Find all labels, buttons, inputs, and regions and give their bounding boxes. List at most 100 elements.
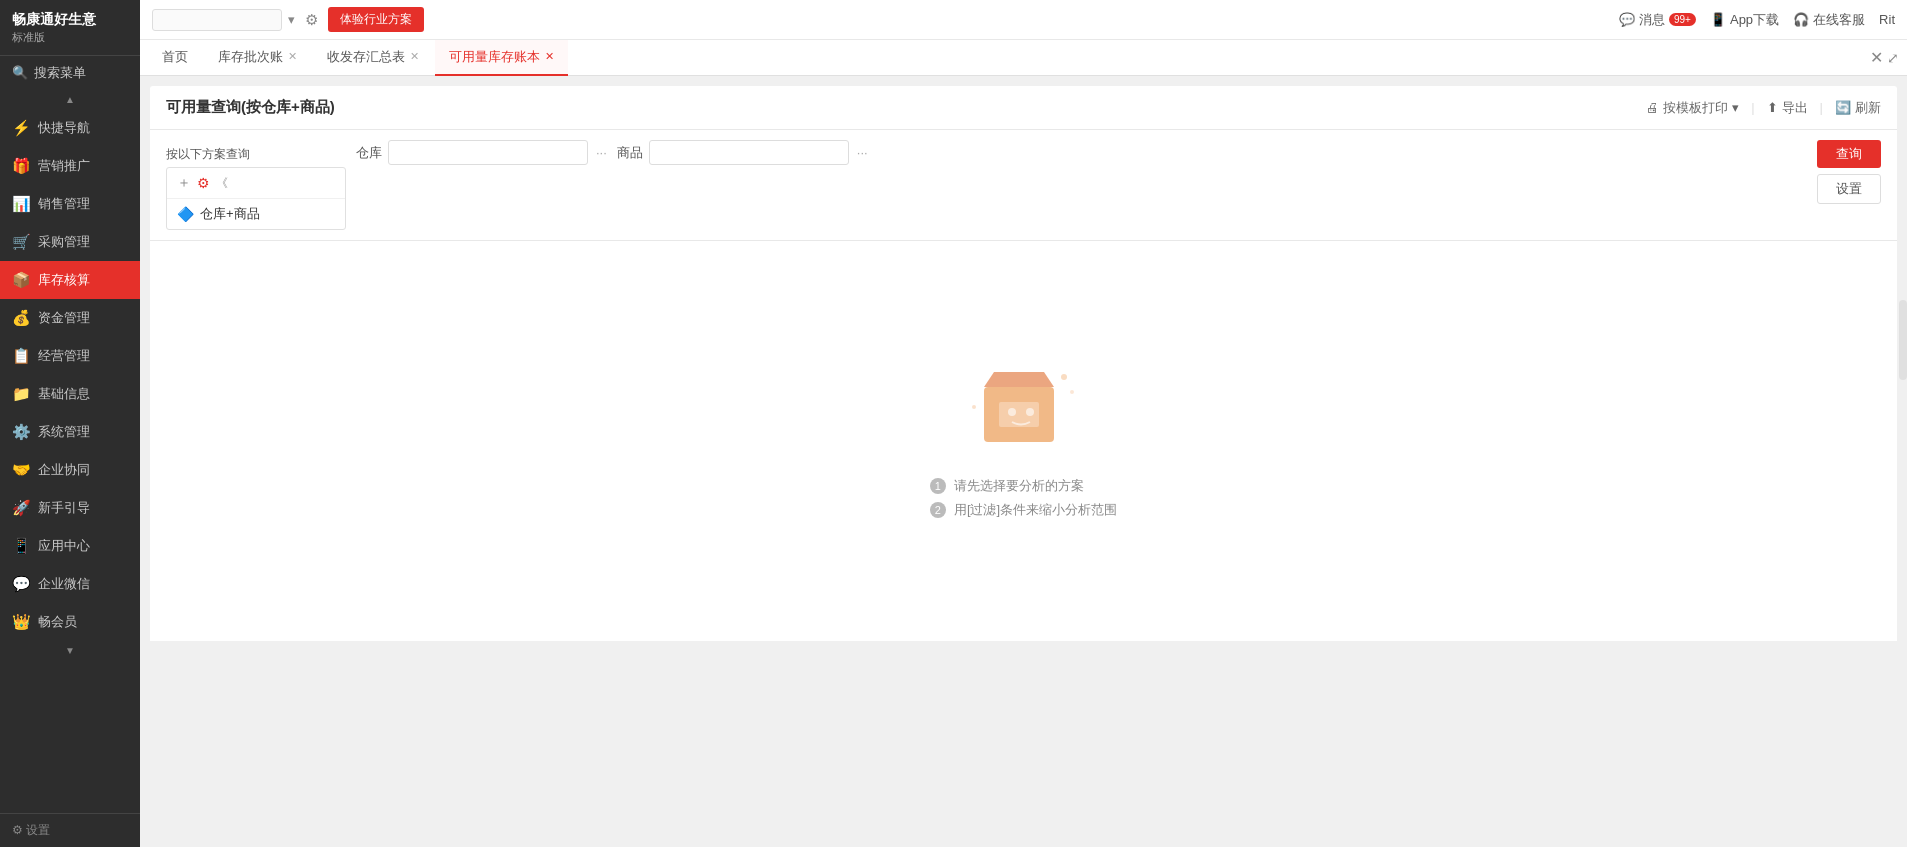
- filter-scheme-collapse-icon[interactable]: 《: [216, 175, 228, 192]
- print-label: 按模板打印: [1663, 99, 1728, 117]
- empty-box-svg: [964, 357, 1084, 457]
- hint1-text: 请先选择要分析的方案: [954, 477, 1084, 495]
- filter-scheme-item[interactable]: 🔷 仓库+商品: [167, 199, 345, 229]
- tabs-expand-icon[interactable]: ⤢: [1887, 50, 1899, 66]
- warehouse-label: 仓库: [356, 144, 382, 162]
- sidebar-item-system[interactable]: ⚙️ 系统管理: [0, 413, 140, 451]
- purchase-icon: 🛒: [12, 233, 30, 251]
- message-icon: 💬: [1619, 12, 1635, 27]
- sidebar-item-label: 畅会员: [38, 613, 77, 631]
- sidebar-item-enterprise[interactable]: 🤝 企业协同: [0, 451, 140, 489]
- marketing-icon: 🎁: [12, 157, 30, 175]
- tabs-close-all-icon[interactable]: ✕: [1870, 48, 1883, 67]
- refresh-icon: 🔄: [1835, 100, 1851, 115]
- service-label: 在线客服: [1813, 11, 1865, 29]
- product-input[interactable]: [649, 140, 849, 165]
- sidebar-item-inventory[interactable]: 📦 库存核算: [0, 261, 140, 299]
- sidebar-search[interactable]: 🔍 搜索菜单: [0, 56, 140, 90]
- tab-batch-account-close[interactable]: ✕: [288, 50, 297, 63]
- print-chevron-icon[interactable]: ▾: [1732, 100, 1739, 115]
- divider1: |: [1751, 100, 1754, 115]
- sidebar-item-wechat[interactable]: 💬 企业微信: [0, 565, 140, 603]
- warehouse-input[interactable]: [388, 140, 588, 165]
- tab-home[interactable]: 首页: [148, 40, 202, 76]
- finance-icon: 💰: [12, 309, 30, 327]
- query-button[interactable]: 查询: [1817, 140, 1881, 168]
- sidebar-item-member[interactable]: 👑 畅会员: [0, 603, 140, 641]
- topbar-username[interactable]: Rit: [1879, 12, 1895, 27]
- sidebar-item-label: 快捷导航: [38, 119, 90, 137]
- tab-receipt-summary-close[interactable]: ✕: [410, 50, 419, 63]
- sidebar-bottom-settings[interactable]: ⚙ 设置: [0, 813, 140, 847]
- trial-btn[interactable]: 体验行业方案: [328, 7, 424, 32]
- sidebar-item-label: 系统管理: [38, 423, 90, 441]
- enterprise-icon: 🤝: [12, 461, 30, 479]
- sidebar-item-label: 应用中心: [38, 537, 90, 555]
- message-label: 消息: [1639, 11, 1665, 29]
- product-more-icon[interactable]: ···: [857, 145, 868, 160]
- topbar-search-area: ▾: [152, 9, 295, 31]
- scheme-item-label: 仓库+商品: [200, 205, 260, 223]
- sidebar-logo: 畅康通好生意 标准版: [0, 0, 140, 56]
- sidebar-item-label: 经营管理: [38, 347, 90, 365]
- right-scrollbar[interactable]: [1899, 300, 1907, 380]
- tab-available-ledger-close[interactable]: ✕: [545, 50, 554, 63]
- sidebar-item-label: 销售管理: [38, 195, 90, 213]
- empty-hint-1: 1 请先选择要分析的方案: [930, 477, 1117, 495]
- warehouse-more-icon[interactable]: ···: [596, 145, 607, 160]
- export-btn[interactable]: ⬆ 导出: [1767, 99, 1808, 117]
- apps-icon: 📱: [12, 537, 30, 555]
- refresh-btn[interactable]: 🔄 刷新: [1835, 99, 1881, 117]
- page-header: 可用量查询(按仓库+商品) 🖨 按模板打印 ▾ | ⬆ 导出 | 🔄 刷新: [150, 86, 1897, 130]
- sidebar-item-newbie[interactable]: 🚀 新手引导: [0, 489, 140, 527]
- sidebar-item-basic[interactable]: 📁 基础信息: [0, 375, 140, 413]
- filter-label: 按以下方案查询: [166, 146, 250, 163]
- sidebar-item-label: 资金管理: [38, 309, 90, 327]
- sidebar: 畅康通好生意 标准版 🔍 搜索菜单 ▲ ⚡ 快捷导航 🎁 营销推广 📊 销售管理…: [0, 0, 140, 847]
- hint2-num: 2: [930, 502, 946, 518]
- topbar-online-service[interactable]: 🎧 在线客服: [1793, 11, 1865, 29]
- search-icon: 🔍: [12, 65, 28, 80]
- settings-button[interactable]: 设置: [1817, 174, 1881, 204]
- product-label: 商品: [617, 144, 643, 162]
- svg-marker-1: [984, 372, 1054, 387]
- sidebar-item-purchase[interactable]: 🛒 采购管理: [0, 223, 140, 261]
- sidebar-item-label: 企业协同: [38, 461, 90, 479]
- empty-illustration: [964, 357, 1084, 457]
- topbar-search-input[interactable]: [152, 9, 282, 31]
- topbar-gear-icon[interactable]: ⚙: [305, 11, 318, 29]
- sidebar-item-quick-nav[interactable]: ⚡ 快捷导航: [0, 109, 140, 147]
- sidebar-item-marketing[interactable]: 🎁 营销推广: [0, 147, 140, 185]
- sidebar-item-sales[interactable]: 📊 销售管理: [0, 185, 140, 223]
- system-icon: ⚙️: [12, 423, 30, 441]
- filter-scheme-add-icon[interactable]: ＋: [177, 174, 191, 192]
- filter-field-warehouse: 仓库 ···: [356, 140, 607, 165]
- filter-scheme-panel: ＋ ⚙ 《 🔷 仓库+商品: [166, 167, 346, 230]
- sidebar-scroll-up[interactable]: ▲: [0, 90, 140, 109]
- topbar-message[interactable]: 💬 消息 99+: [1619, 11, 1696, 29]
- filter-scheme-header: ＋ ⚙ 《: [167, 168, 345, 199]
- svg-point-3: [1008, 408, 1016, 416]
- hint2-text: 用[过滤]条件来缩小分析范围: [954, 501, 1117, 519]
- print-btn[interactable]: 🖨 按模板打印 ▾: [1646, 99, 1739, 117]
- tab-available-ledger[interactable]: 可用量库存账本 ✕: [435, 40, 568, 76]
- sidebar-item-finance[interactable]: 💰 资金管理: [0, 299, 140, 337]
- tab-home-label: 首页: [162, 48, 188, 66]
- sidebar-search-label: 搜索菜单: [34, 64, 86, 82]
- refresh-label: 刷新: [1855, 99, 1881, 117]
- sidebar-item-label: 采购管理: [38, 233, 90, 251]
- tab-available-ledger-label: 可用量库存账本: [449, 48, 540, 66]
- topbar-chevron-icon[interactable]: ▾: [288, 12, 295, 27]
- member-icon: 👑: [12, 613, 30, 631]
- content-area: 可用量查询(按仓库+商品) 🖨 按模板打印 ▾ | ⬆ 导出 | 🔄 刷新: [140, 76, 1907, 847]
- sidebar-item-operations[interactable]: 📋 经营管理: [0, 337, 140, 375]
- filter-field-product: 商品 ···: [617, 140, 868, 165]
- sidebar-item-apps[interactable]: 📱 应用中心: [0, 527, 140, 565]
- tab-batch-account[interactable]: 库存批次账 ✕: [204, 40, 311, 76]
- topbar-app-download[interactable]: 📱 App下载: [1710, 11, 1779, 29]
- filter-scheme-gear-icon[interactable]: ⚙: [197, 175, 210, 191]
- filter-row: 仓库 ··· 商品 ···: [356, 140, 1807, 165]
- tab-receipt-summary[interactable]: 收发存汇总表 ✕: [313, 40, 433, 76]
- sidebar-scroll-down[interactable]: ▼: [0, 641, 140, 660]
- message-badge: 99+: [1669, 13, 1696, 26]
